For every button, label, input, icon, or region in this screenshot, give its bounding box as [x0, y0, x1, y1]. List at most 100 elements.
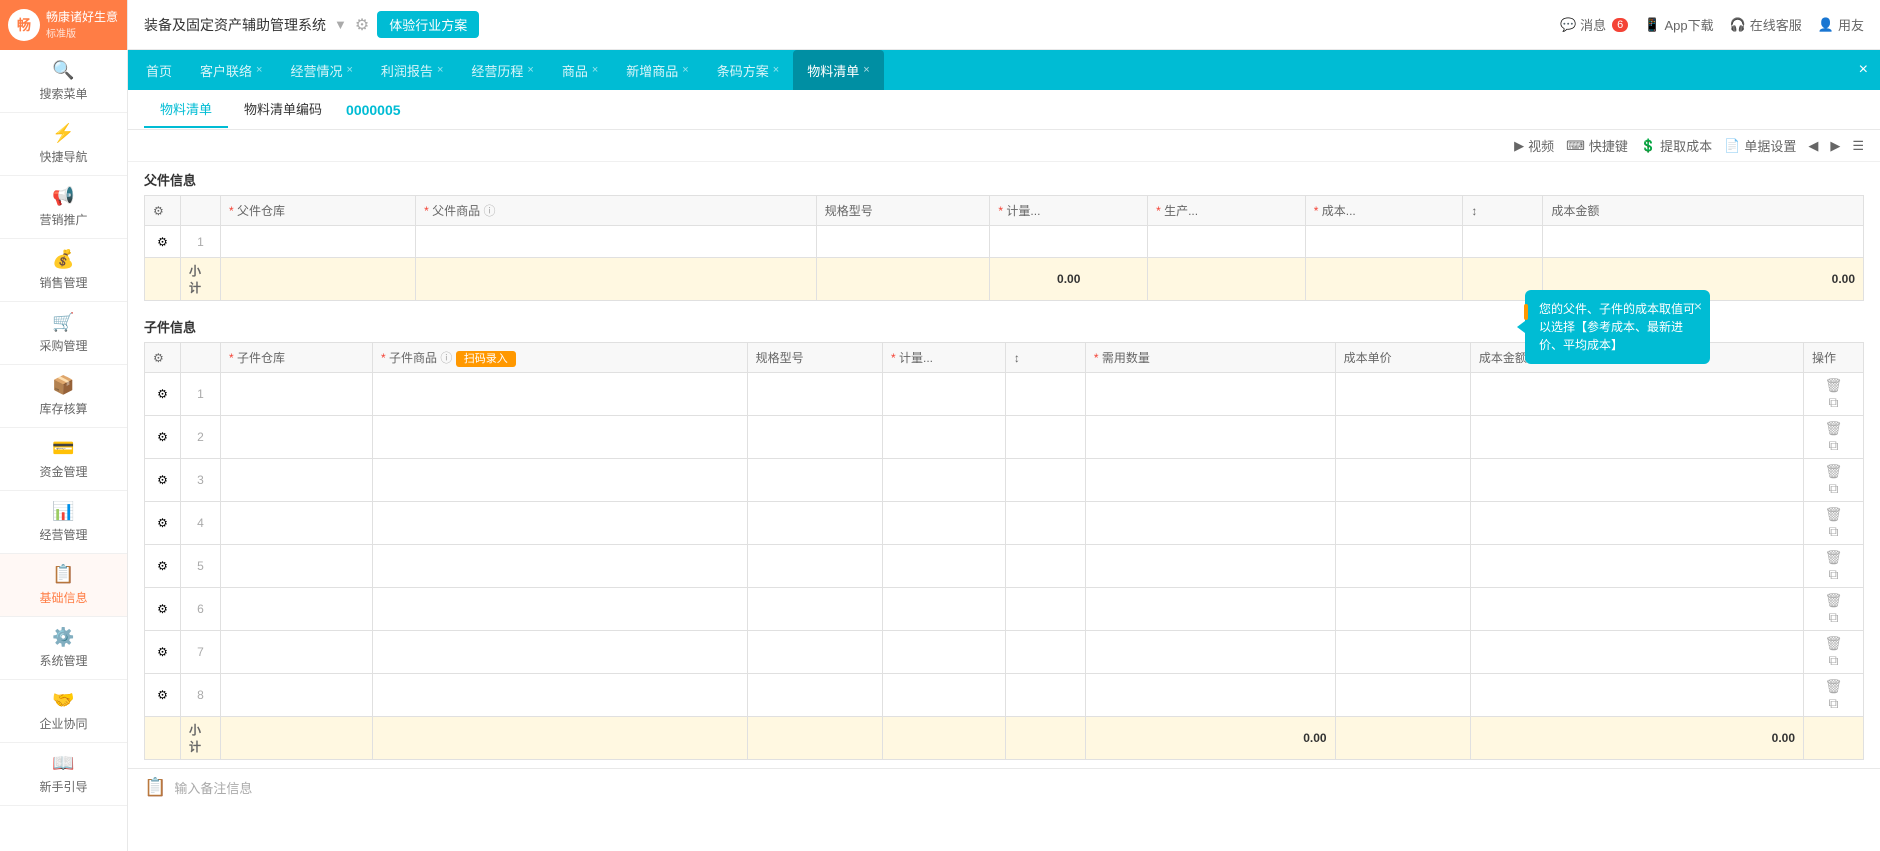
child-unit-cell[interactable]: [882, 545, 1005, 588]
parent-cost-cell[interactable]: [1305, 226, 1463, 258]
sidebar-item-operations[interactable]: 📊 经营管理: [0, 491, 127, 554]
parent-goods-cell[interactable]: [416, 226, 817, 258]
child-warehouse-cell[interactable]: [221, 545, 373, 588]
parent-spec-cell[interactable]: [816, 226, 990, 258]
child-unit-cost-cell[interactable]: [1335, 502, 1470, 545]
sidebar-item-system[interactable]: ⚙️ 系统管理: [0, 617, 127, 680]
tab-customer[interactable]: 客户联络 ×: [186, 50, 276, 90]
sidebar-item-purchase[interactable]: 🛒 采购管理: [0, 302, 127, 365]
child-goods-cell[interactable]: [373, 502, 748, 545]
nav-close-button[interactable]: ×: [1851, 61, 1876, 79]
copy-icon[interactable]: ⧉: [1826, 478, 1842, 498]
child-warehouse-cell[interactable]: [221, 459, 373, 502]
child-warehouse-cell[interactable]: [221, 416, 373, 459]
row-gear[interactable]: ⚙: [145, 373, 181, 416]
view-button[interactable]: ▶ 视频: [1514, 136, 1554, 155]
child-qty-cell[interactable]: [1085, 588, 1335, 631]
child-unit-cost-cell[interactable]: [1335, 631, 1470, 674]
user-item[interactable]: 👤 用友: [1818, 15, 1864, 34]
tab-close-icon[interactable]: ×: [863, 64, 869, 76]
child-spec-cell[interactable]: [747, 459, 882, 502]
sidebar-item-marketing[interactable]: 📢 营销推广: [0, 176, 127, 239]
settings-icon[interactable]: ⚙: [355, 15, 369, 35]
child-qty-cell[interactable]: [1085, 674, 1335, 717]
parent-unit-cell[interactable]: [990, 226, 1148, 258]
sidebar-item-guide[interactable]: 📖 新手引导: [0, 743, 127, 806]
copy-icon[interactable]: ⧉: [1826, 693, 1842, 713]
child-unit-cost-cell[interactable]: [1335, 459, 1470, 502]
child-spec-cell[interactable]: [747, 416, 882, 459]
col-settings[interactable]: ⚙: [145, 196, 181, 226]
row-gear[interactable]: ⚙: [145, 226, 181, 258]
child-qty-cell[interactable]: [1085, 502, 1335, 545]
child-unit-cell[interactable]: [882, 631, 1005, 674]
copy-icon[interactable]: ⧉: [1826, 650, 1842, 670]
row-gear[interactable]: ⚙: [145, 674, 181, 717]
sidebar-item-inventory[interactable]: 📦 库存核算: [0, 365, 127, 428]
tab-new-goods[interactable]: 新增商品 ×: [612, 50, 702, 90]
child-unit-cell[interactable]: [882, 674, 1005, 717]
child-spec-cell[interactable]: [747, 674, 882, 717]
child-goods-cell[interactable]: [373, 416, 748, 459]
sidebar-item-finance[interactable]: 💳 资金管理: [0, 428, 127, 491]
tab-goods[interactable]: 商品 ×: [548, 50, 612, 90]
tab-profit-report[interactable]: 利润报告 ×: [367, 50, 457, 90]
child-qty-cell[interactable]: [1085, 373, 1335, 416]
app-download-item[interactable]: 📱 App下载: [1644, 15, 1713, 34]
child-warehouse-cell[interactable]: [221, 373, 373, 416]
col-child-settings[interactable]: ⚙: [145, 343, 181, 373]
extract-cost-button[interactable]: 💲 提取成本: [1640, 136, 1712, 155]
child-goods-cell[interactable]: [373, 373, 748, 416]
child-warehouse-cell[interactable]: [221, 631, 373, 674]
parent-warehouse-cell[interactable]: [221, 226, 416, 258]
tab-close-icon[interactable]: ×: [437, 64, 443, 76]
child-unit-cost-cell[interactable]: [1335, 674, 1470, 717]
copy-icon[interactable]: ⧉: [1826, 607, 1842, 627]
child-goods-cell[interactable]: [373, 674, 748, 717]
tab-operations-history[interactable]: 经营历程 ×: [457, 50, 547, 90]
tab-close-icon[interactable]: ×: [256, 64, 262, 76]
tab-home[interactable]: 首页: [132, 50, 186, 90]
child-unit-cell[interactable]: [882, 373, 1005, 416]
tab-close-icon[interactable]: ×: [527, 64, 533, 76]
child-spec-cell[interactable]: [747, 588, 882, 631]
child-spec-cell[interactable]: [747, 631, 882, 674]
nav-prev-button[interactable]: ◀: [1808, 138, 1818, 154]
child-unit-cost-cell[interactable]: [1335, 545, 1470, 588]
child-unit-cell[interactable]: [882, 416, 1005, 459]
grid-view-button[interactable]: ☰: [1852, 138, 1864, 154]
tab-operations-status[interactable]: 经营情况 ×: [276, 50, 366, 90]
row-gear[interactable]: ⚙: [145, 502, 181, 545]
tab-close-icon[interactable]: ×: [346, 64, 352, 76]
sub-tab-bom-code[interactable]: 物料清单编码: [228, 91, 338, 128]
child-goods-cell[interactable]: [373, 588, 748, 631]
sidebar-item-cooperation[interactable]: 🤝 企业协同: [0, 680, 127, 743]
child-qty-cell[interactable]: [1085, 459, 1335, 502]
copy-icon[interactable]: ⧉: [1826, 521, 1842, 541]
tooltip-close-button[interactable]: ×: [1694, 296, 1702, 317]
online-support-item[interactable]: 🎧 在线客服: [1730, 15, 1802, 34]
row-gear[interactable]: ⚙: [145, 631, 181, 674]
child-warehouse-cell[interactable]: [221, 502, 373, 545]
shortcut-button[interactable]: ⌨ 快捷键: [1566, 136, 1628, 155]
tab-close-icon[interactable]: ×: [773, 64, 779, 76]
child-qty-cell[interactable]: [1085, 416, 1335, 459]
child-warehouse-cell[interactable]: [221, 588, 373, 631]
single-settings-button[interactable]: 📄 单据设置: [1724, 136, 1796, 155]
child-qty-cell[interactable]: [1085, 631, 1335, 674]
note-placeholder[interactable]: 输入备注信息: [174, 778, 252, 797]
child-qty-cell[interactable]: [1085, 545, 1335, 588]
child-unit-cell[interactable]: [882, 502, 1005, 545]
tab-barcode[interactable]: 条码方案 ×: [703, 50, 793, 90]
tab-bom[interactable]: 物料清单 ×: [793, 50, 883, 90]
copy-icon[interactable]: ⧉: [1826, 435, 1842, 455]
child-warehouse-cell[interactable]: [221, 674, 373, 717]
scan-button[interactable]: 扫码录入: [456, 351, 516, 367]
child-goods-cell[interactable]: [373, 459, 748, 502]
child-goods-cell[interactable]: [373, 631, 748, 674]
sidebar-item-quick-nav[interactable]: ⚡ 快捷导航: [0, 113, 127, 176]
child-unit-cell[interactable]: [882, 588, 1005, 631]
row-gear[interactable]: ⚙: [145, 459, 181, 502]
sidebar-item-search[interactable]: 🔍 搜索菜单: [0, 50, 127, 113]
sub-tab-bom-list[interactable]: 物料清单: [144, 91, 228, 128]
